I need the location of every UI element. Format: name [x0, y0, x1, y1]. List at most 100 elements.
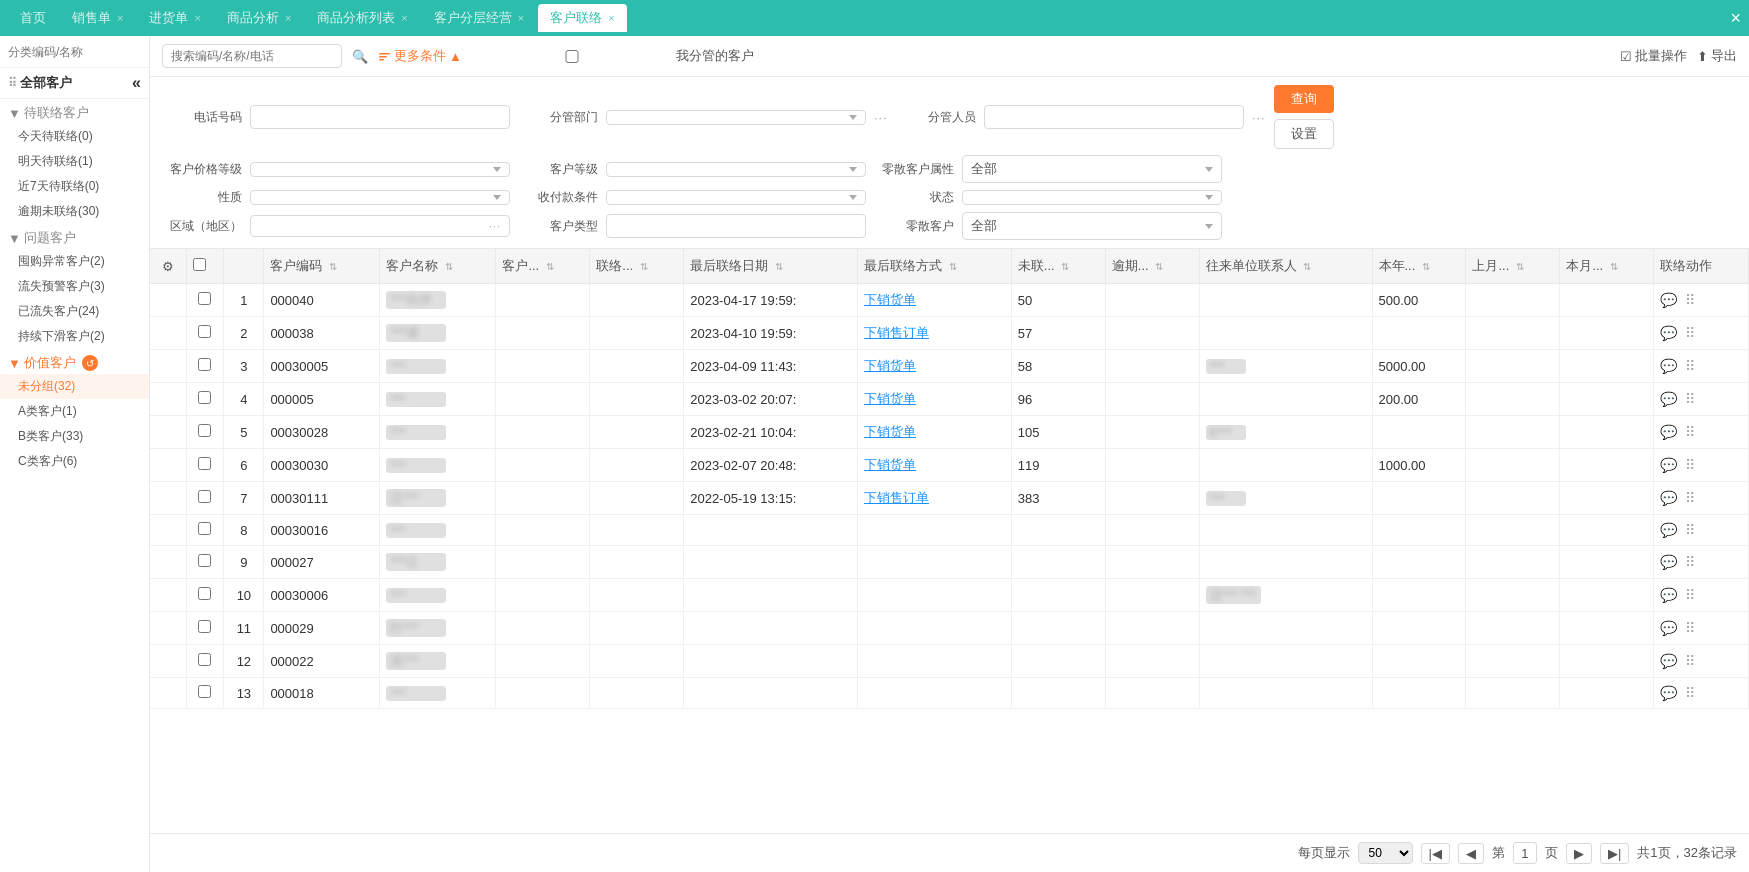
- tab-product-analysis[interactable]: 商品分析 ×: [215, 4, 303, 32]
- sidebar-item-today[interactable]: 今天待联络(0): [0, 124, 149, 149]
- nature-select[interactable]: [250, 190, 510, 205]
- sidebar-item-7days[interactable]: 近7天待联络(0): [0, 174, 149, 199]
- row-actions[interactable]: 💬 ⠿: [1654, 515, 1749, 546]
- grid-action-icon[interactable]: ⠿: [1685, 685, 1695, 701]
- row-last-method[interactable]: 下销售订单: [857, 317, 1011, 350]
- close-icon[interactable]: ×: [285, 12, 291, 24]
- tab-customer-tier[interactable]: 客户分层经营 ×: [422, 4, 536, 32]
- row-actions[interactable]: 💬 ⠿: [1654, 579, 1749, 612]
- my-customers-check[interactable]: [472, 50, 672, 63]
- last-page-btn[interactable]: ▶|: [1600, 843, 1629, 864]
- prev-page-btn[interactable]: ◀: [1458, 843, 1484, 864]
- row-actions[interactable]: 💬 ⠿: [1654, 482, 1749, 515]
- row-checkbox[interactable]: [186, 482, 224, 515]
- row-checkbox[interactable]: [186, 546, 224, 579]
- chat-icon[interactable]: 💬: [1660, 490, 1677, 506]
- row-checkbox[interactable]: [186, 284, 224, 317]
- row-checkbox[interactable]: [186, 383, 224, 416]
- grid-action-icon[interactable]: ⠿: [1685, 587, 1695, 603]
- tab-purchase[interactable]: 进货单 ×: [137, 4, 212, 32]
- row-checkbox[interactable]: [186, 678, 224, 709]
- close-icon[interactable]: ×: [401, 12, 407, 24]
- row-last-method[interactable]: 下销货单: [857, 383, 1011, 416]
- row-checkbox[interactable]: [186, 645, 224, 678]
- sidebar-item-class-a[interactable]: A类客户(1): [0, 399, 149, 424]
- manager-input[interactable]: [984, 105, 1244, 129]
- chat-icon[interactable]: 💬: [1660, 292, 1677, 308]
- chat-icon[interactable]: 💬: [1660, 685, 1677, 701]
- no-contact-header[interactable]: 未联... ⇅: [1011, 249, 1105, 284]
- last-month-header[interactable]: 上月... ⇅: [1466, 249, 1560, 284]
- sidebar-item-ungroup[interactable]: 未分组(32): [0, 374, 149, 399]
- checkbox-col-header[interactable]: [186, 249, 224, 284]
- grid-action-icon[interactable]: ⠿: [1685, 554, 1695, 570]
- row-actions[interactable]: 💬 ⠿: [1654, 546, 1749, 579]
- grid-action-icon[interactable]: ⠿: [1685, 620, 1695, 636]
- sidebar-item-abnormal[interactable]: 囤购异常客户(2): [0, 249, 149, 274]
- grid-action-icon[interactable]: ⠿: [1685, 653, 1695, 669]
- query-button[interactable]: 查询: [1274, 85, 1334, 113]
- grid-action-icon[interactable]: ⠿: [1685, 391, 1695, 407]
- price-grade-select[interactable]: [250, 162, 510, 177]
- grid-action-icon[interactable]: ⠿: [1685, 325, 1695, 341]
- grid-action-icon[interactable]: ⠿: [1685, 292, 1695, 308]
- row-actions[interactable]: 💬 ⠿: [1654, 317, 1749, 350]
- per-page-select[interactable]: 50 100: [1358, 842, 1413, 864]
- grid-action-icon[interactable]: ⠿: [1685, 424, 1695, 440]
- this-year-header[interactable]: 本年... ⇅: [1372, 249, 1466, 284]
- row-actions[interactable]: 💬 ⠿: [1654, 383, 1749, 416]
- row-last-method[interactable]: 下销货单: [857, 284, 1011, 317]
- chat-icon[interactable]: 💬: [1660, 587, 1677, 603]
- export-btn[interactable]: ⬆ 导出: [1697, 47, 1737, 65]
- chat-icon[interactable]: 💬: [1660, 620, 1677, 636]
- tab-home[interactable]: 首页: [8, 4, 58, 32]
- row-last-method[interactable]: [857, 612, 1011, 645]
- row-checkbox[interactable]: [186, 515, 224, 546]
- customer-name-header[interactable]: 客户名称 ⇅: [380, 249, 496, 284]
- sidebar-item-overdue[interactable]: 逾期未联络(30): [0, 199, 149, 224]
- row-actions[interactable]: 💬 ⠿: [1654, 678, 1749, 709]
- chat-icon[interactable]: 💬: [1660, 358, 1677, 374]
- more-conditions-btn[interactable]: 更多条件 ▲: [378, 47, 462, 65]
- customer-code-header[interactable]: 客户编码 ⇅: [264, 249, 380, 284]
- chat-icon[interactable]: 💬: [1660, 457, 1677, 473]
- sidebar-group-pending[interactable]: ▼ 待联络客户: [0, 99, 149, 124]
- contact-header[interactable]: 联络... ⇅: [590, 249, 684, 284]
- row-last-method[interactable]: 下销货单: [857, 416, 1011, 449]
- window-close-icon[interactable]: ×: [1730, 8, 1741, 29]
- row-last-method[interactable]: [857, 546, 1011, 579]
- tab-product-analysis-list[interactable]: 商品分析列表 ×: [305, 4, 419, 32]
- sidebar-item-churn-warning[interactable]: 流失预警客户(3): [0, 274, 149, 299]
- chat-icon[interactable]: 💬: [1660, 522, 1677, 538]
- row-actions[interactable]: 💬 ⠿: [1654, 449, 1749, 482]
- row-checkbox[interactable]: [186, 416, 224, 449]
- row-checkbox[interactable]: [186, 449, 224, 482]
- last-contact-date-header[interactable]: 最后联络日期 ⇅: [684, 249, 858, 284]
- search-input[interactable]: [162, 44, 342, 68]
- close-icon[interactable]: ×: [608, 12, 614, 24]
- row-checkbox[interactable]: [186, 612, 224, 645]
- close-icon[interactable]: ×: [117, 12, 123, 24]
- last-contact-method-header[interactable]: 最后联络方式 ⇅: [857, 249, 1011, 284]
- tab-customer-contact[interactable]: 客户联络 ×: [538, 4, 626, 32]
- settings-col-header[interactable]: ⚙: [150, 249, 186, 284]
- customer-grade-select[interactable]: [606, 162, 866, 177]
- row-actions[interactable]: 💬 ⠿: [1654, 645, 1749, 678]
- row-last-method[interactable]: 下销货单: [857, 350, 1011, 383]
- chat-icon[interactable]: 💬: [1660, 424, 1677, 440]
- sidebar-collapse-icon[interactable]: «: [132, 75, 141, 91]
- row-last-method[interactable]: 下销售订单: [857, 482, 1011, 515]
- grid-action-icon[interactable]: ⠿: [1685, 490, 1695, 506]
- chat-icon[interactable]: 💬: [1660, 554, 1677, 570]
- grid-action-icon[interactable]: ⠿: [1685, 457, 1695, 473]
- phone-input[interactable]: [250, 105, 510, 129]
- row-actions[interactable]: 💬 ⠿: [1654, 284, 1749, 317]
- row-actions[interactable]: 💬 ⠿: [1654, 416, 1749, 449]
- row-actions[interactable]: 💬 ⠿: [1654, 350, 1749, 383]
- sidebar-item-declining[interactable]: 持续下滑客户(2): [0, 324, 149, 349]
- chat-icon[interactable]: 💬: [1660, 391, 1677, 407]
- batch-ops-btn[interactable]: ☑ 批量操作: [1620, 47, 1687, 65]
- current-page[interactable]: 1: [1513, 842, 1537, 864]
- filter-search-icon[interactable]: 🔍: [352, 49, 368, 64]
- sidebar-item-churned[interactable]: 已流失客户(24): [0, 299, 149, 324]
